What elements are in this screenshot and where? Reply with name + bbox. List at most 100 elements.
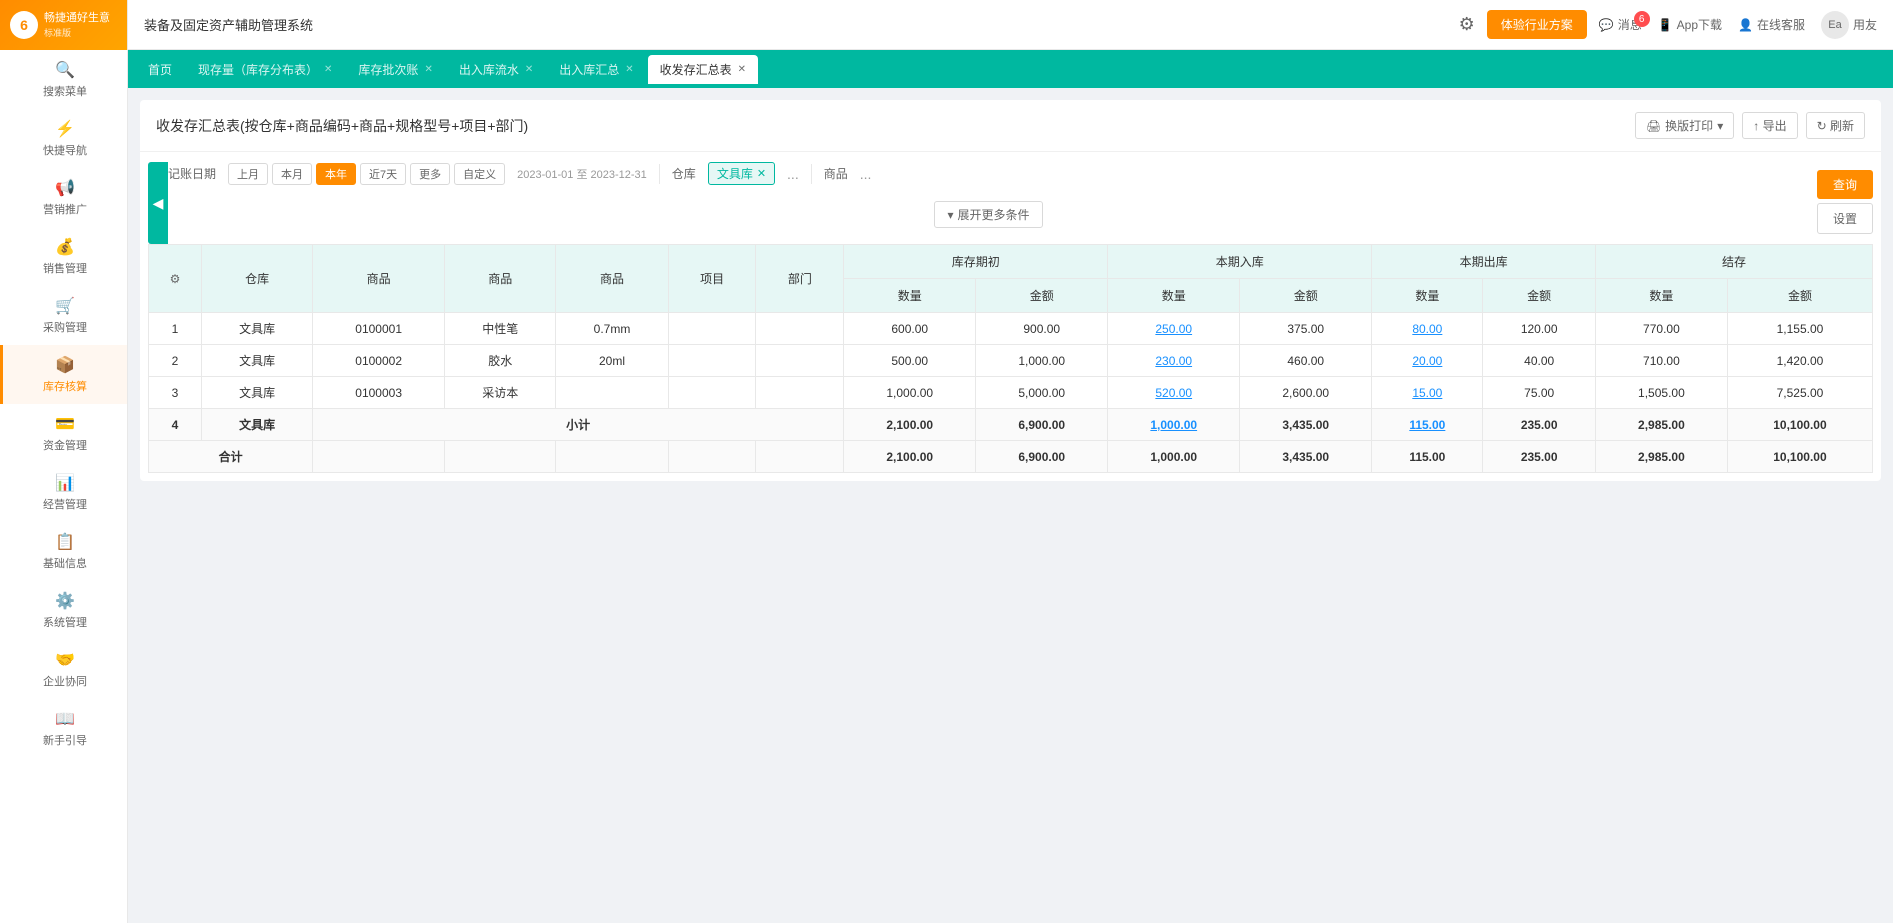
msg-icon: 💬	[1599, 18, 1614, 32]
app-download-btn[interactable]: 📱 App下载	[1658, 16, 1722, 33]
row-out-qty[interactable]: 15.00	[1372, 377, 1483, 409]
row-out-qty[interactable]: 20.00	[1372, 345, 1483, 377]
tab-collect-summary[interactable]: 收发存汇总表✕	[648, 55, 758, 84]
sidebar-item-search[interactable]: 🔍搜索菜单	[0, 50, 127, 109]
tab-inout-summary[interactable]: 出入库汇总✕	[547, 55, 645, 84]
refresh-icon: ↻	[1817, 119, 1827, 133]
avatar: Ea	[1821, 11, 1849, 39]
sidebar-item-guide[interactable]: 📖新手引导	[0, 699, 127, 758]
service-label: 在线客服	[1757, 16, 1805, 33]
tab-label: 库存批次账	[358, 61, 418, 78]
sidebar-item-finance[interactable]: 💳资金管理	[0, 404, 127, 463]
subtotal-warehouse: 文具库	[202, 409, 313, 441]
row-in-qty[interactable]: 230.00	[1108, 345, 1240, 377]
main-area: 装备及固定资产辅助管理系统 ⚙ 体验行业方案 💬 消息 6 📱 App下载 👤 …	[128, 0, 1893, 923]
query-btn[interactable]: 查询	[1817, 170, 1873, 199]
sidebar-item-label: 搜索菜单	[43, 83, 87, 99]
sidebar-item-inventory[interactable]: 📦库存核算	[0, 345, 127, 404]
tab-inventory-dist[interactable]: 现存量（库存分布表）✕	[186, 55, 344, 84]
date-btn-本月[interactable]: 本月	[272, 163, 312, 185]
date-btn-本年[interactable]: 本年	[316, 163, 356, 185]
user-menu[interactable]: Ea 用友	[1821, 11, 1877, 39]
subtotal-closing-qty: 2,985.00	[1595, 409, 1727, 441]
date-btn-自定义[interactable]: 自定义	[454, 163, 505, 185]
sidebar-item-label: 系统管理	[43, 614, 87, 630]
sidebar-logo: 6 畅捷通好生意 标准版	[0, 0, 127, 50]
tab-label: 首页	[148, 61, 172, 78]
tab-close-collect-summary[interactable]: ✕	[738, 64, 746, 75]
tab-batch[interactable]: 库存批次账 ✕	[346, 55, 444, 84]
sidebar-item-system[interactable]: ⚙️系统管理	[0, 581, 127, 640]
tabs-bar: 首页现存量（库存分布表）✕库存批次账✕出入库流水✕出入库汇总✕收发存汇总表✕	[128, 50, 1893, 88]
th-settings[interactable]: ⚙	[149, 245, 202, 313]
sidebar-item-operations[interactable]: 📊经营管理	[0, 463, 127, 522]
row-closing-qty: 1,505.00	[1595, 377, 1727, 409]
th-opening-amt: 金额	[976, 279, 1108, 313]
subtotal-out-amt: 235.00	[1483, 409, 1595, 441]
right-actions: 查询 设置	[1809, 162, 1873, 244]
sidebar-item-basic-info[interactable]: 📋基础信息	[0, 522, 127, 581]
refresh-btn[interactable]: ↻ 刷新	[1806, 112, 1865, 139]
sidebar-item-purchase[interactable]: 🛒采购管理	[0, 286, 127, 345]
row-goods-spec: 20ml	[556, 345, 668, 377]
row-in-qty[interactable]: 250.00	[1108, 313, 1240, 345]
warehouse-filter-more[interactable]: ...	[787, 166, 799, 182]
table-row: 3 文具库 0100003 采访本 1,000.00 5,000.00 520.…	[149, 377, 1873, 409]
table-settings-icon[interactable]: ⚙	[159, 263, 191, 295]
table-setting-btn[interactable]: 设置	[1817, 203, 1873, 234]
row-opening-qty: 600.00	[844, 313, 976, 345]
tab-close-inventory-dist[interactable]: ✕	[324, 64, 332, 75]
online-service-btn[interactable]: 👤 在线客服	[1738, 16, 1805, 33]
footer-in-amt: 3,435.00	[1240, 441, 1372, 473]
topbar: 装备及固定资产辅助管理系统 ⚙ 体验行业方案 💬 消息 6 📱 App下载 👤 …	[128, 0, 1893, 50]
date-btn-上月[interactable]: 上月	[228, 163, 268, 185]
goods-filter-more[interactable]: ...	[860, 166, 872, 182]
export-btn[interactable]: ↑ 导出	[1742, 112, 1797, 139]
chevron-down-icon: ▾	[1717, 119, 1723, 133]
row-goods-name: 中性笔	[445, 313, 556, 345]
th-goods-name: 商品	[445, 245, 556, 313]
tab-close-batch[interactable]: ✕	[424, 64, 432, 75]
row-out-qty[interactable]: 80.00	[1372, 313, 1483, 345]
subtotal-out-qty[interactable]: 115.00	[1372, 409, 1483, 441]
settings-icon[interactable]: ⚙	[1459, 14, 1475, 35]
finance-icon: 💳	[55, 414, 75, 434]
warehouse-tag[interactable]: 文具库 ✕	[708, 162, 775, 185]
tab-home[interactable]: 首页	[136, 55, 184, 84]
sidebar-item-enterprise[interactable]: 🤝企业协同	[0, 640, 127, 699]
system-name: 装备及固定资产辅助管理系统	[144, 15, 1447, 34]
th-in: 本期入库	[1108, 245, 1372, 279]
row-in-qty[interactable]: 520.00	[1108, 377, 1240, 409]
sidebar-menu: 🔍搜索菜单⚡快捷导航📢营销推广💰销售管理🛒采购管理📦库存核算💳资金管理📊经营管理…	[0, 50, 127, 923]
tab-close-inout-summary[interactable]: ✕	[625, 64, 633, 75]
sidebar-item-marketing[interactable]: 📢营销推广	[0, 168, 127, 227]
main-content: 收发存汇总表(按仓库+商品编码+商品+规格型号+项目+部门) 🖨 换版打印 ▾ …	[128, 88, 1893, 923]
th-out-qty: 数量	[1372, 279, 1483, 313]
inventory-icon: 📦	[55, 355, 75, 375]
footer-out-amt: 235.00	[1483, 441, 1595, 473]
msg-btn[interactable]: 💬 消息 6	[1599, 16, 1642, 33]
goods-label: 商品	[824, 165, 848, 182]
date-range: 2023-01-01 至 2023-12-31	[517, 166, 647, 182]
sidebar-item-label: 新手引导	[43, 732, 87, 748]
row-closing-amt: 7,525.00	[1727, 377, 1872, 409]
date-btn-更多[interactable]: 更多	[410, 163, 450, 185]
expand-btn[interactable]: ▾ 展开更多条件	[934, 201, 1042, 228]
subtotal-in-qty[interactable]: 1,000.00	[1108, 409, 1240, 441]
quick-nav-icon: ⚡	[55, 119, 75, 139]
date-btn-近7天[interactable]: 近7天	[360, 163, 406, 185]
th-dept: 部门	[756, 245, 844, 313]
sidebar-item-quick-nav[interactable]: ⚡快捷导航	[0, 109, 127, 168]
filter-collapse-btn[interactable]: ◀	[148, 162, 168, 244]
print-btn[interactable]: 🖨 换版打印 ▾	[1635, 112, 1734, 139]
tab-close-inout-flow[interactable]: ✕	[525, 64, 533, 75]
footer-out-qty: 115.00	[1372, 441, 1483, 473]
footer-empty-5	[756, 441, 844, 473]
try-btn[interactable]: 体验行业方案	[1487, 10, 1587, 39]
warehouse-tag-close[interactable]: ✕	[757, 167, 766, 180]
sidebar-item-sales[interactable]: 💰销售管理	[0, 227, 127, 286]
th-goods-spec: 商品	[556, 245, 668, 313]
tab-inout-flow[interactable]: 出入库流水✕	[447, 55, 545, 84]
sidebar-item-label: 经营管理	[43, 496, 87, 512]
footer-empty-1	[313, 441, 445, 473]
